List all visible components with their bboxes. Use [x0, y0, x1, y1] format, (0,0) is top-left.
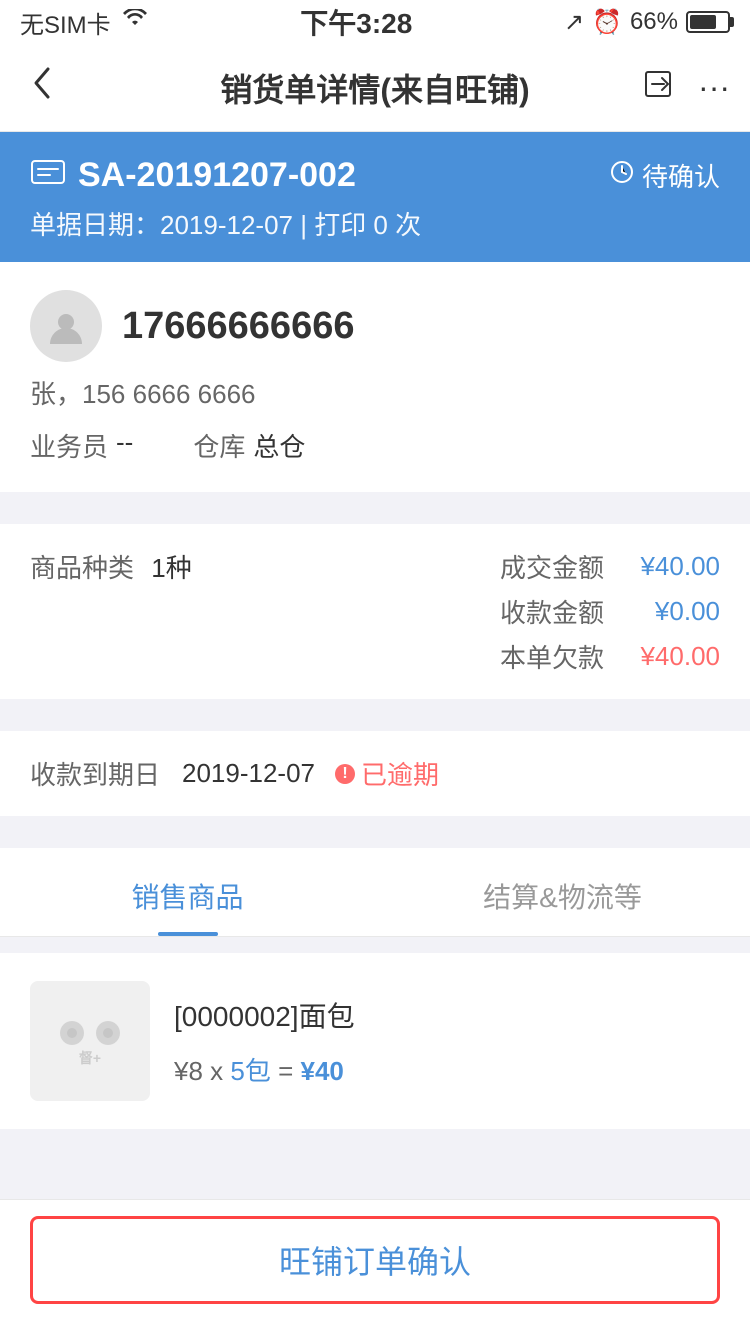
product-image-placeholder: 督+: [50, 1011, 130, 1071]
location-icon: ↗: [564, 8, 584, 37]
status-time: 下午3:28: [300, 2, 412, 42]
product-types: 商品种类 1种: [30, 548, 192, 585]
balance-value: ¥40.00: [620, 641, 720, 672]
nav-bar: 销货单详情(来自旺铺) ···: [0, 44, 750, 132]
due-date-section: 收款到期日 2019-12-07 ! 已逾期: [0, 731, 750, 816]
product-name: [0000002]面包: [174, 995, 720, 1035]
page-title: 销货单详情(来自旺铺): [220, 65, 529, 111]
order-header: SA-20191207-002 待确认 单据日期：2019-12-07 | 打印…: [0, 132, 750, 262]
back-button[interactable]: [20, 55, 64, 120]
transaction-label: 成交金额: [500, 548, 604, 585]
customer-name: 张，156 6666 6666: [30, 374, 720, 411]
more-icon[interactable]: ···: [698, 69, 730, 106]
confirm-order-button[interactable]: 旺铺订单确认: [30, 1216, 720, 1304]
product-types-label: 商品种类: [30, 553, 134, 583]
balance-row: 本单欠款 ¥40.00: [500, 638, 720, 675]
order-id: SA-20191207-002: [30, 156, 356, 195]
divider-2: [0, 715, 750, 731]
tab-sales-label: 销售商品: [131, 882, 243, 913]
customer-phone: 17666666666: [122, 305, 354, 348]
status-battery: ↗ ⏰ 66%: [564, 8, 730, 37]
transaction-amount-row: 成交金额 ¥40.00: [500, 548, 720, 585]
product-price: ¥8 x 5包 = ¥40: [174, 1051, 720, 1088]
due-date: 2019-12-07: [182, 758, 315, 789]
tab-settlement-label: 结算&物流等: [483, 882, 642, 913]
summary-section: 商品种类 1种 成交金额 ¥40.00 收款金额 ¥0.00 本单欠款 ¥40.…: [0, 524, 750, 699]
share-icon[interactable]: [642, 68, 674, 108]
equals-sign: =: [278, 1056, 300, 1086]
order-date: 单据日期：2019-12-07 | 打印 0 次: [30, 205, 720, 242]
wifi-icon: [121, 8, 149, 36]
received-value: ¥0.00: [620, 596, 720, 627]
received-label: 收款金额: [500, 593, 604, 630]
order-icon: [30, 157, 66, 195]
balance-label: 本单欠款: [500, 638, 604, 675]
quantity: 5包: [230, 1056, 270, 1086]
divider-1: [0, 508, 750, 524]
divider-3: [0, 832, 750, 848]
product-item: 督+ [0000002]面包 ¥8 x 5包 = ¥40: [0, 953, 750, 1129]
tab-sales-products[interactable]: 销售商品: [0, 848, 375, 936]
customer-section: 17666666666 张，156 6666 6666 业务员 -- 仓库 总仓: [0, 262, 750, 492]
status-carrier: 无SIM卡: [20, 5, 149, 40]
battery-icon: [686, 11, 730, 33]
alarm-icon: ⏰: [592, 8, 622, 37]
product-info: [0000002]面包 ¥8 x 5包 = ¥40: [174, 995, 720, 1088]
clock-icon: [610, 160, 634, 191]
carrier-text: 无SIM卡: [20, 5, 111, 40]
product-total: ¥40: [301, 1056, 344, 1086]
transaction-value: ¥40.00: [620, 551, 720, 582]
overdue-text: 已逾期: [361, 755, 439, 792]
overdue-icon: !: [335, 764, 355, 784]
warehouse-value: 总仓: [253, 427, 305, 464]
tab-settlement[interactable]: 结算&物流等: [375, 848, 750, 936]
warehouse-label: 仓库: [193, 427, 245, 464]
nav-actions: ···: [642, 68, 730, 108]
multiply-sign: x: [210, 1056, 230, 1086]
product-thumbnail: 督+: [30, 981, 150, 1101]
svg-text:督+: 督+: [79, 1050, 101, 1066]
tabs: 销售商品 结算&物流等: [0, 848, 750, 937]
status-bar: 无SIM卡 下午3:28 ↗ ⏰ 66%: [0, 0, 750, 44]
battery-percent: 66%: [630, 8, 678, 36]
avatar: [30, 290, 102, 362]
warehouse-field: 仓库 总仓: [193, 427, 305, 464]
customer-meta: 业务员 -- 仓库 总仓: [30, 427, 720, 464]
unit-price: ¥8: [174, 1056, 203, 1086]
order-status: 待确认: [610, 157, 720, 194]
received-amount-row: 收款金额 ¥0.00: [500, 593, 720, 630]
order-status-text: 待确认: [642, 157, 720, 194]
overdue-badge: ! 已逾期: [335, 755, 439, 792]
confirm-bar: 旺铺订单确认: [0, 1199, 750, 1334]
product-types-value: 1种: [151, 553, 191, 583]
amounts: 成交金额 ¥40.00 收款金额 ¥0.00 本单欠款 ¥40.00: [500, 548, 720, 675]
product-section: 督+ [0000002]面包 ¥8 x 5包 = ¥40: [0, 953, 750, 1129]
due-label: 收款到期日: [30, 755, 160, 792]
salesperson-field: 业务员 --: [30, 427, 133, 464]
order-id-text: SA-20191207-002: [78, 156, 356, 195]
salesperson-value: --: [116, 427, 133, 464]
salesperson-label: 业务员: [30, 427, 108, 464]
